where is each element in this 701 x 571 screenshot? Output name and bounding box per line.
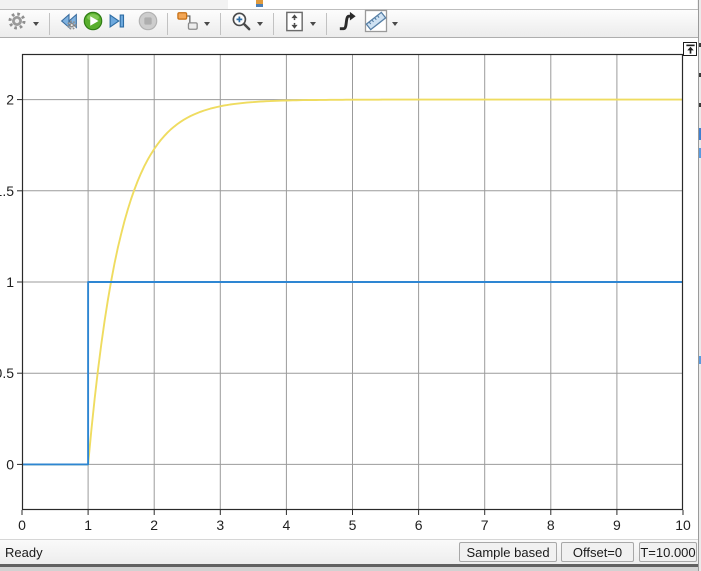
simulink-blocks-icon <box>176 10 200 37</box>
x-tick-label: 5 <box>349 517 357 533</box>
step-forward-button[interactable] <box>105 11 129 37</box>
x-tick-label: 2 <box>150 517 158 533</box>
gear-icon <box>7 11 27 36</box>
y-tick-label: 0.5 <box>0 365 14 381</box>
settings-button[interactable] <box>4 11 30 37</box>
status-sample-mode: Sample based <box>459 542 557 562</box>
measurements-dropdown[interactable] <box>389 11 401 37</box>
title-strip-highlight <box>228 0 697 9</box>
x-tick-label: 4 <box>283 517 291 533</box>
title-strip <box>0 0 701 10</box>
zoom-in-button[interactable] <box>228 11 254 37</box>
toolbar-separator <box>326 12 327 35</box>
collapse-up-button[interactable] <box>683 42 697 56</box>
fit-to-view-icon <box>283 10 306 38</box>
scope-toolbar <box>0 9 701 38</box>
trigger-icon <box>336 10 359 38</box>
status-sim-time: T=10.000 <box>639 542 697 562</box>
scope-plot-region: 0 1 2 3 4 5 6 7 8 9 10 0 0.5 1 1.5 2 <box>0 38 701 539</box>
x-tick-label: 6 <box>415 517 423 533</box>
scope-icon-fragment <box>256 0 263 7</box>
highlight-block-button[interactable] <box>175 11 201 37</box>
zoom-in-icon <box>230 10 253 38</box>
x-tick-label: 3 <box>216 517 224 533</box>
toolbar-separator <box>49 12 50 35</box>
y-tick-label: 1 <box>6 274 14 290</box>
y-tick-label: 1.5 <box>0 183 14 199</box>
x-tick-label: 7 <box>481 517 489 533</box>
desktop-background-strip <box>0 567 701 571</box>
scope-plot[interactable]: 0 1 2 3 4 5 6 7 8 9 10 0 0.5 1 1.5 2 <box>0 38 697 539</box>
stop-icon <box>137 10 159 37</box>
trigger-button[interactable] <box>334 11 360 37</box>
ruler-icon <box>364 9 388 38</box>
arrow-up-icon <box>685 44 695 54</box>
highlight-block-dropdown[interactable] <box>201 11 213 37</box>
step-back-button[interactable] <box>57 11 81 37</box>
scope-window: 0 1 2 3 4 5 6 7 8 9 10 0 0.5 1 1.5 2 Ready Sample based… <box>0 0 701 571</box>
stop-button[interactable] <box>136 11 160 37</box>
run-button[interactable] <box>81 11 105 37</box>
status-ready: Ready <box>5 545 43 560</box>
x-tick-label: 10 <box>675 517 691 533</box>
toolbar-separator <box>167 12 168 35</box>
toolbar-separator <box>220 12 221 35</box>
x-tick-label: 8 <box>547 517 555 533</box>
step-forward-icon <box>106 10 128 37</box>
step-back-icon <box>58 10 80 37</box>
fit-to-view-button[interactable] <box>281 11 307 37</box>
x-tick-label: 9 <box>613 517 621 533</box>
run-icon <box>82 10 104 37</box>
x-tick-label: 0 <box>18 517 26 533</box>
measurements-button[interactable] <box>363 9 389 38</box>
status-offset: Offset=0 <box>561 542 634 562</box>
zoom-dropdown[interactable] <box>254 11 266 37</box>
y-tick-label: 2 <box>6 92 14 108</box>
settings-dropdown[interactable] <box>30 11 42 37</box>
fit-to-view-dropdown[interactable] <box>307 11 319 37</box>
x-tick-label: 1 <box>84 517 92 533</box>
status-bar: Ready Sample based Offset=0 T=10.000 <box>0 539 701 564</box>
y-tick-label: 0 <box>6 456 14 472</box>
toolbar-separator <box>273 12 274 35</box>
